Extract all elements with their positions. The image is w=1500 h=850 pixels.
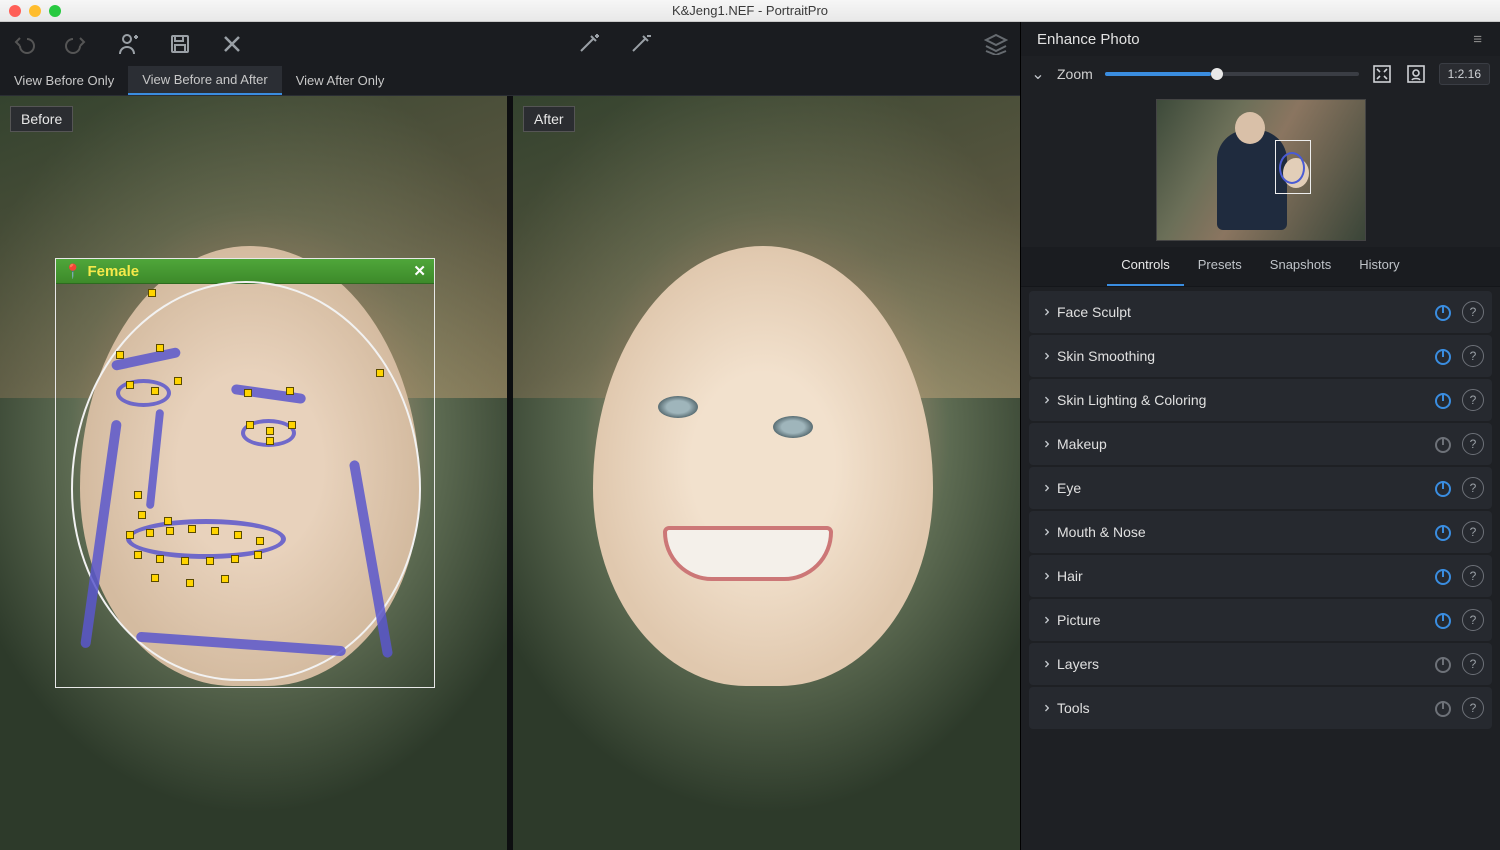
section-label: Eye	[1057, 480, 1081, 496]
face-detection-box[interactable]: 📍 Female ✕	[55, 258, 435, 688]
help-icon[interactable]: ?	[1462, 697, 1484, 719]
section-skin-lighting-coloring[interactable]: ⌄Skin Lighting & Coloring?	[1029, 379, 1492, 421]
chevron-right-icon: ⌄	[1034, 437, 1054, 451]
after-label: After	[523, 106, 575, 132]
undo-icon[interactable]	[10, 30, 38, 58]
zoom-label: Zoom	[1057, 66, 1093, 82]
section-label: Layers	[1057, 656, 1099, 672]
help-icon[interactable]: ?	[1462, 345, 1484, 367]
chevron-right-icon: ⌄	[1034, 525, 1054, 539]
power-icon[interactable]	[1432, 653, 1454, 675]
power-icon[interactable]	[1432, 389, 1454, 411]
chevron-right-icon: ⌄	[1034, 481, 1054, 495]
chevron-right-icon: ⌄	[1034, 569, 1054, 583]
section-picture[interactable]: ⌄Picture?	[1029, 599, 1492, 641]
layers-icon[interactable]	[982, 30, 1010, 58]
power-icon[interactable]	[1432, 609, 1454, 631]
face-gender-label: Female	[87, 263, 139, 280]
chevron-down-icon[interactable]: ⌄	[1031, 64, 1045, 84]
pin-icon: 📍	[64, 263, 81, 280]
chevron-right-icon: ⌄	[1034, 393, 1054, 407]
section-hair[interactable]: ⌄Hair?	[1029, 555, 1492, 597]
zoom-slider[interactable]	[1105, 72, 1359, 76]
tab-view-before-only[interactable]: View Before Only	[0, 66, 128, 95]
power-icon[interactable]	[1432, 521, 1454, 543]
before-label: Before	[10, 106, 73, 132]
chevron-right-icon: ⌄	[1034, 657, 1054, 671]
section-eye[interactable]: ⌄Eye?	[1029, 467, 1492, 509]
redo-icon[interactable]	[62, 30, 90, 58]
face-box-close[interactable]: ✕	[413, 262, 426, 280]
zoom-row: ⌄ Zoom 1:2.16	[1021, 56, 1500, 92]
face-fit-icon[interactable]	[1405, 63, 1427, 85]
person-icon[interactable]	[114, 30, 142, 58]
section-label: Skin Smoothing	[1057, 348, 1155, 364]
section-label: Face Sculpt	[1057, 304, 1131, 320]
navigator-thumbnail[interactable]	[1021, 92, 1500, 247]
tab-controls[interactable]: Controls	[1107, 247, 1183, 286]
help-icon[interactable]: ?	[1462, 477, 1484, 499]
chevron-right-icon: ⌄	[1034, 349, 1054, 363]
help-icon[interactable]: ?	[1462, 565, 1484, 587]
controls-accordion: ⌄Face Sculpt?⌄Skin Smoothing?⌄Skin Light…	[1021, 287, 1500, 850]
section-mouth-nose[interactable]: ⌄Mouth & Nose?	[1029, 511, 1492, 553]
help-icon[interactable]: ?	[1462, 389, 1484, 411]
window-title: K&Jeng1.NEF - PortraitPro	[0, 3, 1500, 18]
chevron-right-icon: ⌄	[1034, 305, 1054, 319]
traffic-zoom[interactable]	[49, 5, 61, 17]
section-label: Picture	[1057, 612, 1101, 628]
view-mode-tabs: View Before Only View Before and After V…	[0, 66, 1020, 96]
power-icon[interactable]	[1432, 345, 1454, 367]
tab-view-after-only[interactable]: View After Only	[282, 66, 399, 95]
close-icon[interactable]	[218, 30, 246, 58]
save-icon[interactable]	[166, 30, 194, 58]
tab-snapshots[interactable]: Snapshots	[1256, 247, 1345, 286]
panel-tabs: Controls Presets Snapshots History	[1021, 247, 1500, 287]
traffic-close[interactable]	[9, 5, 21, 17]
power-icon[interactable]	[1432, 477, 1454, 499]
tab-presets[interactable]: Presets	[1184, 247, 1256, 286]
side-panel: Enhance Photo ≡ ⌄ Zoom 1:2.16 Controls P…	[1020, 22, 1500, 850]
help-icon[interactable]: ?	[1462, 301, 1484, 323]
section-makeup[interactable]: ⌄Makeup?	[1029, 423, 1492, 465]
help-icon[interactable]: ?	[1462, 433, 1484, 455]
section-label: Hair	[1057, 568, 1083, 584]
section-layers[interactable]: ⌄Layers?	[1029, 643, 1492, 685]
traffic-minimize[interactable]	[29, 5, 41, 17]
section-face-sculpt[interactable]: ⌄Face Sculpt?	[1029, 291, 1492, 333]
power-icon[interactable]	[1432, 433, 1454, 455]
help-icon[interactable]: ?	[1462, 653, 1484, 675]
section-label: Tools	[1057, 700, 1090, 716]
chevron-right-icon: ⌄	[1034, 701, 1054, 715]
main-toolbar	[0, 22, 1020, 66]
section-label: Makeup	[1057, 436, 1107, 452]
menu-icon[interactable]: ≡	[1473, 31, 1484, 48]
section-label: Skin Lighting & Coloring	[1057, 392, 1206, 408]
section-tools[interactable]: ⌄Tools?	[1029, 687, 1492, 729]
power-icon[interactable]	[1432, 301, 1454, 323]
tab-view-before-after[interactable]: View Before and After	[128, 66, 282, 95]
power-icon[interactable]	[1432, 565, 1454, 587]
help-icon[interactable]: ?	[1462, 521, 1484, 543]
fit-screen-icon[interactable]	[1371, 63, 1393, 85]
zoom-value[interactable]: 1:2.16	[1439, 63, 1490, 85]
power-icon[interactable]	[1432, 697, 1454, 719]
chevron-right-icon: ⌄	[1034, 613, 1054, 627]
help-icon[interactable]: ?	[1462, 609, 1484, 631]
brush-minus-icon[interactable]	[626, 30, 654, 58]
section-label: Mouth & Nose	[1057, 524, 1146, 540]
mac-titlebar: K&Jeng1.NEF - PortraitPro	[0, 0, 1500, 22]
before-pane[interactable]: Before 📍 Female ✕	[0, 96, 507, 850]
brush-plus-icon[interactable]	[574, 30, 602, 58]
image-canvas[interactable]: Before 📍 Female ✕	[0, 96, 1020, 850]
side-panel-title: Enhance Photo	[1037, 31, 1140, 48]
after-pane[interactable]: After	[513, 96, 1020, 850]
tab-history[interactable]: History	[1345, 247, 1413, 286]
face-ellipse[interactable]	[71, 281, 421, 681]
section-skin-smoothing[interactable]: ⌄Skin Smoothing?	[1029, 335, 1492, 377]
